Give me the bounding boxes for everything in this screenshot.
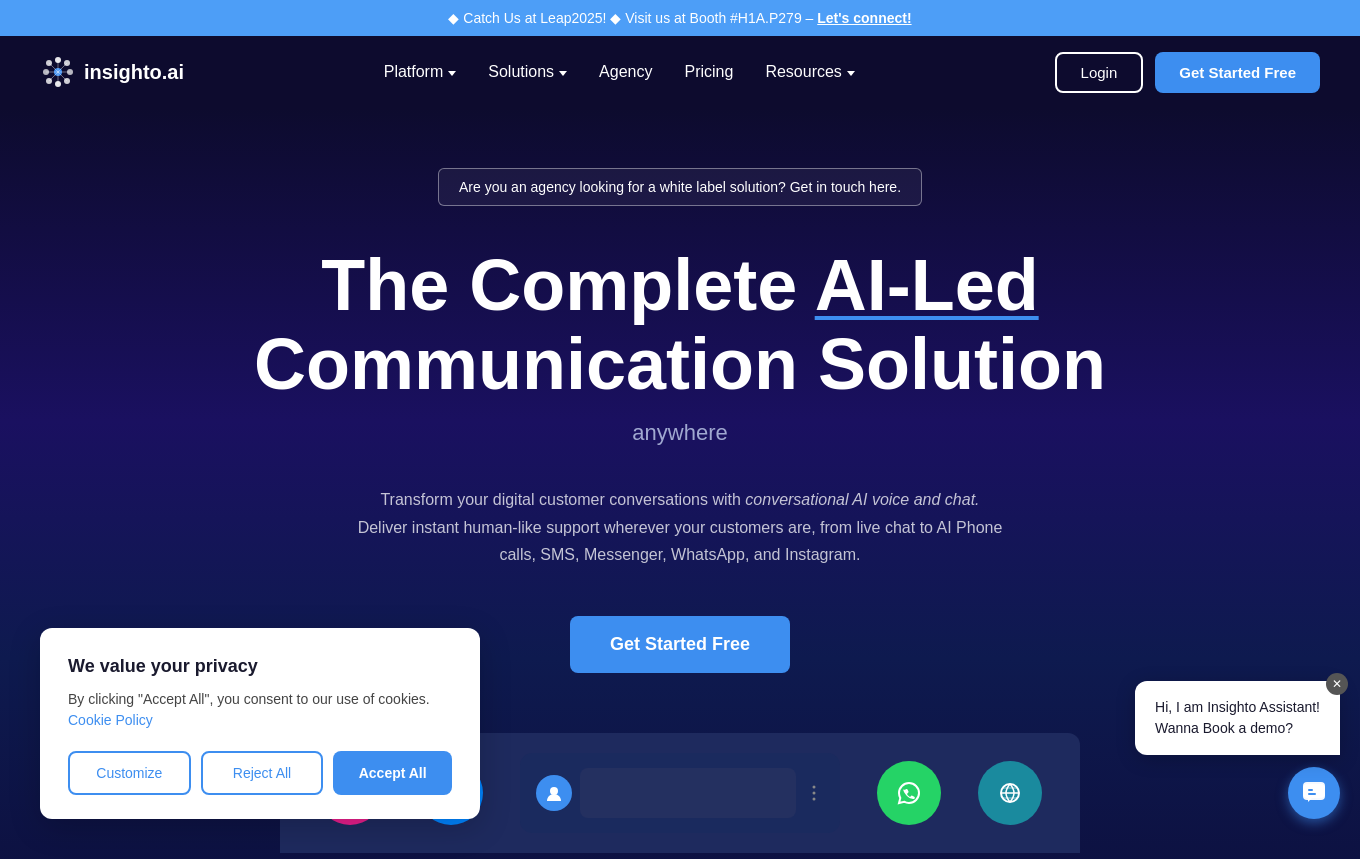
chat-widget-icon <box>1301 780 1327 806</box>
chat-bubble-line2: Wanna Book a demo? <box>1155 718 1320 739</box>
nav-actions: Login Get Started Free <box>1055 52 1320 93</box>
svg-line-11 <box>58 63 67 72</box>
svg-rect-27 <box>1308 793 1316 795</box>
hero-title-ai-led: AI-Led <box>815 245 1039 325</box>
svg-point-23 <box>812 797 815 800</box>
svg-rect-26 <box>1308 789 1313 791</box>
chat-bubble-line1: Hi, I am Insighto Assistant! <box>1155 697 1320 718</box>
announcement-bar: ◆ Catch Us at Leap2025! ◆ Visit us at Bo… <box>0 0 1360 36</box>
whatsapp-icon-circle <box>877 761 941 825</box>
more-options-icon <box>804 783 824 803</box>
nav-item-resources[interactable]: Resources <box>765 63 854 81</box>
svg-line-16 <box>58 72 67 81</box>
logo-text: insighto.ai <box>84 61 184 84</box>
chevron-down-icon <box>559 71 567 76</box>
login-button[interactable]: Login <box>1055 52 1144 93</box>
nav-links: Platform Solutions Agency Pricing Resour… <box>384 63 855 81</box>
get-started-button-hero[interactable]: Get Started Free <box>570 616 790 673</box>
chat-bubble-wrapper: Hi, I am Insighto Assistant! Wanna Book … <box>1135 681 1340 755</box>
hero-badge[interactable]: Are you an agency looking for a white la… <box>438 168 922 206</box>
nav-item-agency[interactable]: Agency <box>599 63 652 81</box>
svg-line-9 <box>49 63 58 72</box>
chevron-down-icon <box>847 71 855 76</box>
chat-bot-icon <box>544 783 564 803</box>
logo[interactable]: insighto.ai <box>40 54 184 90</box>
navigation: insighto.ai Platform Solutions Agency Pr… <box>0 36 1360 108</box>
chat-bubble: Hi, I am Insighto Assistant! Wanna Book … <box>1135 681 1340 755</box>
svg-line-14 <box>49 72 58 81</box>
nav-item-pricing[interactable]: Pricing <box>684 63 733 81</box>
hero-title-line2: Communication Solution <box>254 324 1106 404</box>
cookie-policy-link[interactable]: Cookie Policy <box>68 712 153 728</box>
announcement-link[interactable]: Let's connect! <box>817 10 911 26</box>
cookie-text: By clicking "Accept All", you consent to… <box>68 689 452 731</box>
hero-title: The Complete AI-Led Communication Soluti… <box>254 246 1106 404</box>
svg-point-22 <box>812 791 815 794</box>
nav-item-solutions[interactable]: Solutions <box>488 63 567 81</box>
chat-preview <box>520 753 840 833</box>
hero-title-line1: The Complete AI-Led <box>321 245 1038 325</box>
announcement-text: ◆ Catch Us at Leap2025! ◆ Visit us at Bo… <box>448 10 813 26</box>
hero-description: Transform your digital customer conversa… <box>340 486 1020 568</box>
hero-subtitle: anywhere <box>632 420 727 446</box>
reject-all-button[interactable]: Reject All <box>201 751 324 795</box>
get-started-button-nav[interactable]: Get Started Free <box>1155 52 1320 93</box>
accept-all-button[interactable]: Accept All <box>333 751 452 795</box>
chat-widget: Hi, I am Insighto Assistant! Wanna Book … <box>1135 681 1340 819</box>
chat-input-preview <box>580 768 796 818</box>
globe-icon-circle <box>978 761 1042 825</box>
cookie-banner: We value your privacy By clicking "Accep… <box>40 628 480 819</box>
cookie-title: We value your privacy <box>68 656 452 677</box>
svg-point-20 <box>550 787 558 795</box>
chat-open-button[interactable] <box>1288 767 1340 819</box>
svg-point-21 <box>812 785 815 788</box>
whatsapp-icon <box>894 778 924 808</box>
chevron-down-icon <box>448 71 456 76</box>
cookie-buttons: Customize Reject All Accept All <box>68 751 452 795</box>
logo-icon <box>40 54 76 90</box>
globe-icon <box>995 778 1025 808</box>
chat-close-button[interactable]: ✕ <box>1326 673 1348 695</box>
chat-avatar <box>536 775 572 811</box>
nav-item-platform[interactable]: Platform <box>384 63 457 81</box>
customize-button[interactable]: Customize <box>68 751 191 795</box>
